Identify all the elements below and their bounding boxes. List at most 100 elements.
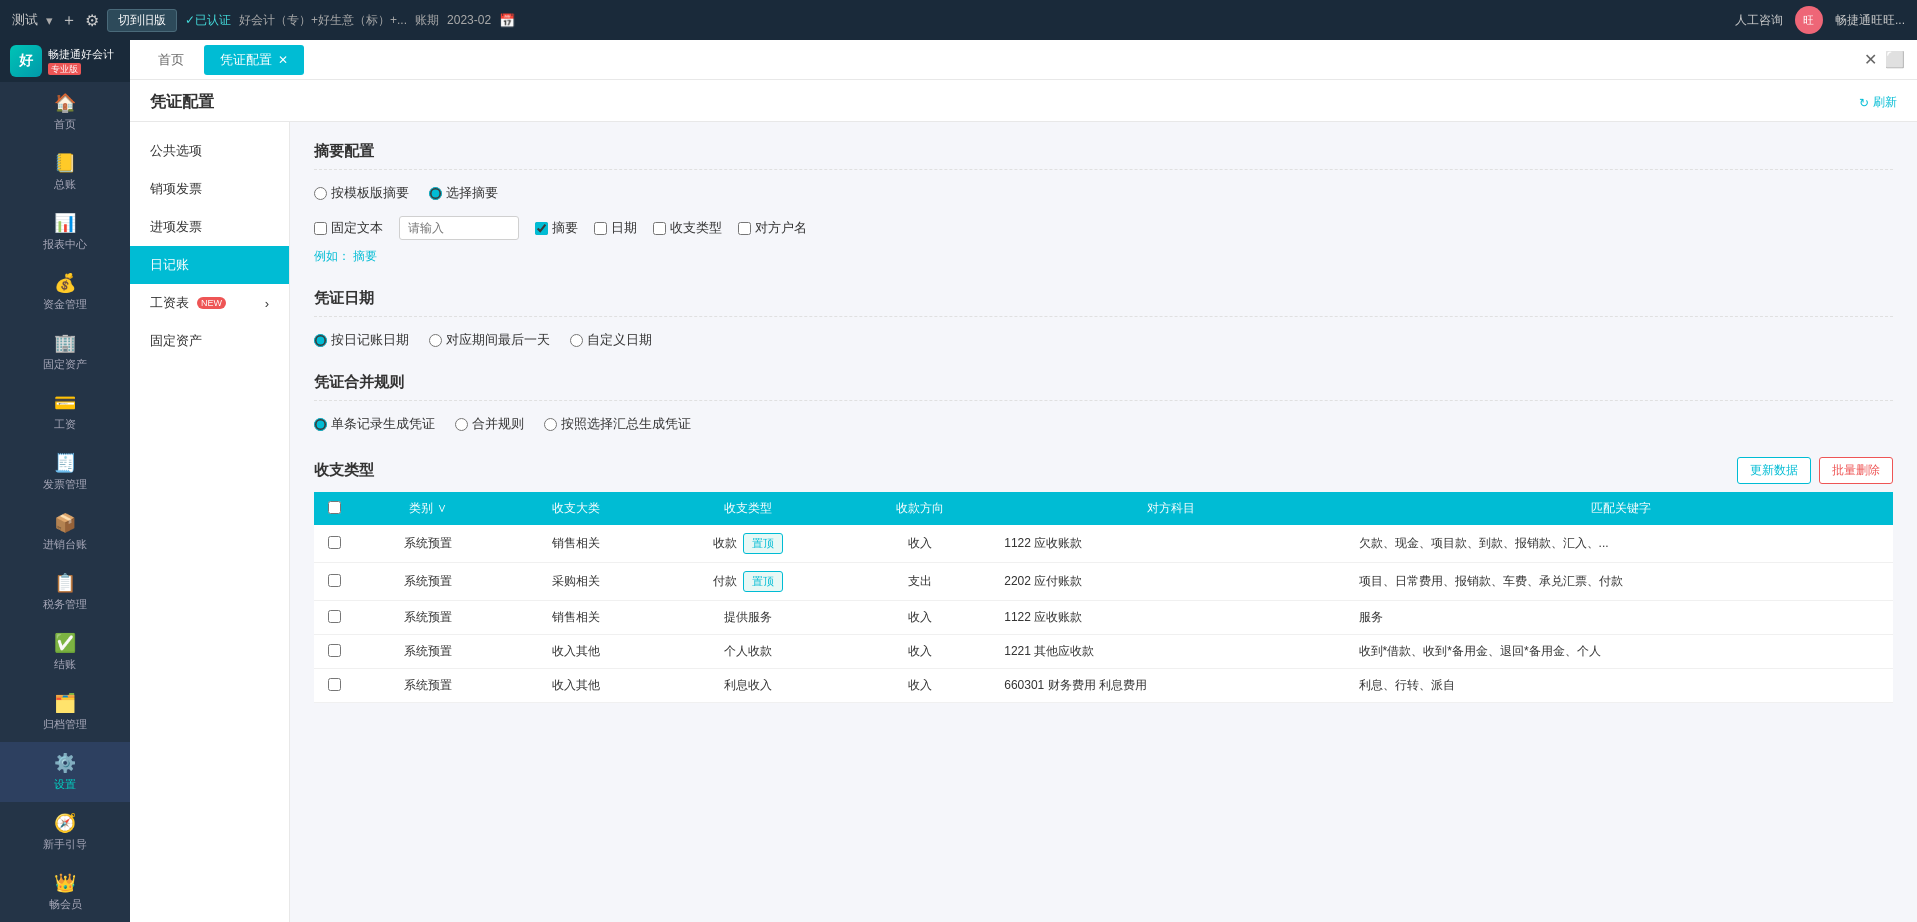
reset-tag-0[interactable]: 置顶 [743, 533, 783, 554]
calendar-icon[interactable]: 📅 [499, 13, 515, 28]
sidebar-item-settle[interactable]: ✅ 结账 [0, 622, 130, 682]
update-data-btn[interactable]: 更新数据 [1737, 457, 1811, 484]
sidebar-item-home[interactable]: 🏠 首页 [0, 82, 130, 142]
row-major-type-1: 采购相关 [502, 563, 650, 601]
th-checkbox [314, 492, 354, 525]
merge-radio-rules[interactable]: 合并规则 [455, 415, 524, 433]
row-keywords-0: 欠款、现金、项目款、到款、报销款、汇入、... [1349, 525, 1893, 563]
sidebar-item-report[interactable]: 📊 报表中心 [0, 202, 130, 262]
th-major-type: 收支大类 [502, 492, 650, 525]
date-radio-journal[interactable]: 按日记账日期 [314, 331, 409, 349]
row-checkbox-2[interactable] [314, 601, 354, 635]
nav-item-fixed-asset[interactable]: 固定资产 [130, 322, 289, 360]
income-expense-table: 类别 ∨ 收支大类 收支类型 收款方向 对方科目 匹配关键字 系统预置 销售相关… [314, 492, 1893, 703]
tab-voucher-config[interactable]: 凭证配置 ✕ [204, 45, 304, 75]
date-checkbox[interactable]: 日期 [594, 219, 637, 237]
top-arrow[interactable]: ▾ [46, 13, 53, 28]
wage-arrow-icon: › [265, 296, 269, 311]
nav-item-sales[interactable]: 销项发票 [130, 170, 289, 208]
top-bar-right: 人工咨询 旺 畅捷通旺旺... [1735, 6, 1905, 34]
row-account-1: 2202 应付账款 [994, 563, 1348, 601]
sidebar-item-fund[interactable]: 💰 资金管理 [0, 262, 130, 322]
tab-home[interactable]: 首页 [142, 45, 200, 75]
summary-checkbox[interactable]: 摘要 [535, 219, 578, 237]
date-radio-period-last[interactable]: 对应期间最后一天 [429, 331, 550, 349]
home-icon: 🏠 [54, 92, 76, 114]
sidebar-item-ledger[interactable]: 📒 总账 [0, 142, 130, 202]
summary-radio-select[interactable]: 选择摘要 [429, 184, 498, 202]
ledger-icon: 📒 [54, 152, 76, 174]
summary-radio-template[interactable]: 按模板版摘要 [314, 184, 409, 202]
sidebar-item-invoice[interactable]: 🧾 发票管理 [0, 442, 130, 502]
row-major-type-0: 销售相关 [502, 525, 650, 563]
app-logo-text: 畅捷通好会计 专业版 [48, 47, 114, 76]
sidebar-item-asset[interactable]: 🏢 固定资产 [0, 322, 130, 382]
nav-item-public[interactable]: 公共选项 [130, 132, 289, 170]
row-checkbox-0[interactable] [314, 525, 354, 563]
row-category-0: 系统预置 [354, 525, 502, 563]
add-icon[interactable]: ＋ [61, 10, 77, 31]
settings-icon[interactable]: ⚙ [85, 11, 99, 30]
row-checkbox-3[interactable] [314, 635, 354, 669]
maximize-icon[interactable]: ⬜ [1885, 50, 1905, 69]
user-avatar[interactable]: 旺 [1795, 6, 1823, 34]
sidebar-item-guide[interactable]: 🧭 新手引导 [0, 802, 130, 862]
date-radio-custom[interactable]: 自定义日期 [570, 331, 652, 349]
row-keywords-3: 收到*借款、收到*备用金、退回*备用金、个人 [1349, 635, 1893, 669]
th-category[interactable]: 类别 ∨ [354, 492, 502, 525]
nav-item-wage[interactable]: 工资表 NEW › [130, 284, 289, 322]
sidebar-item-tax[interactable]: 📋 税务管理 [0, 562, 130, 622]
row-direction-0: 收入 [846, 525, 994, 563]
fixed-text-input[interactable] [399, 216, 519, 240]
main-content: 摘要配置 按模板版摘要 选择摘要 [290, 122, 1917, 922]
switch-old-btn[interactable]: 切到旧版 [107, 9, 177, 32]
table-row: 系统预置 采购相关 付款 置顶 支出 2202 应付账款 项目、日常费用、报销款… [314, 563, 1893, 601]
summary-section-title: 摘要配置 [314, 142, 1893, 170]
top-bar: 测试 ▾ ＋ ⚙ 切到旧版 ✓已认证 好会计（专）+好生意（标）+... 账期 … [0, 0, 1917, 40]
row-category-2: 系统预置 [354, 601, 502, 635]
reset-tag-1[interactable]: 置顶 [743, 571, 783, 592]
row-sub-type-0: 收款 置顶 [650, 525, 846, 563]
select-all-checkbox[interactable] [328, 501, 341, 514]
row-keywords-2: 服务 [1349, 601, 1893, 635]
user-name: 畅捷通旺旺... [1835, 12, 1905, 29]
nav-item-journal[interactable]: 日记账 [130, 246, 289, 284]
purchase-icon: 📦 [54, 512, 76, 534]
row-direction-3: 收入 [846, 635, 994, 669]
report-icon: 📊 [54, 212, 76, 234]
counterparty-checkbox[interactable]: 对方户名 [738, 219, 807, 237]
sidebar: 好 畅捷通好会计 专业版 🏠 首页 📒 总账 📊 报表中心 💰 资金管理 🏢 固… [0, 40, 130, 922]
nav-item-purchase-inv[interactable]: 进项发票 [130, 208, 289, 246]
merge-radio-summary[interactable]: 按照选择汇总生成凭证 [544, 415, 691, 433]
summary-radio-group: 按模板版摘要 选择摘要 [314, 184, 1893, 202]
merge-radio-single[interactable]: 单条记录生成凭证 [314, 415, 435, 433]
row-checkbox-1[interactable] [314, 563, 354, 601]
consult-link[interactable]: 人工咨询 [1735, 12, 1783, 29]
sidebar-item-purchase[interactable]: 📦 进销台账 [0, 502, 130, 562]
tab-close-btn[interactable]: ✕ [278, 53, 288, 67]
sidebar-item-member[interactable]: 👑 畅会员 [0, 862, 130, 922]
left-nav: 公共选项 销项发票 进项发票 日记账 工资表 NEW › [130, 122, 290, 922]
type-checkbox[interactable]: 收支类型 [653, 219, 722, 237]
row-account-2: 1122 应收账款 [994, 601, 1348, 635]
voucher-date-radio-group: 按日记账日期 对应期间最后一天 自定义日期 [314, 331, 1893, 349]
row-category-3: 系统预置 [354, 635, 502, 669]
th-account: 对方科目 [994, 492, 1348, 525]
close-window-icon[interactable]: ✕ [1864, 50, 1877, 69]
fixed-text-checkbox[interactable]: 固定文本 [314, 219, 383, 237]
sidebar-item-salary[interactable]: 💳 工资 [0, 382, 130, 442]
row-direction-2: 收入 [846, 601, 994, 635]
th-sub-type: 收支类型 [650, 492, 846, 525]
row-account-0: 1122 应收账款 [994, 525, 1348, 563]
table-row: 系统预置 收入其他 利息收入 收入 660301 财务费用 利息费用 利息、行转… [314, 669, 1893, 703]
fund-icon: 💰 [54, 272, 76, 294]
row-major-type-4: 收入其他 [502, 669, 650, 703]
sidebar-item-archive[interactable]: 🗂️ 归档管理 [0, 682, 130, 742]
refresh-btn[interactable]: ↻ 刷新 [1859, 94, 1897, 111]
th-direction: 收款方向 [846, 492, 994, 525]
invoice-icon: 🧾 [54, 452, 76, 474]
sidebar-item-settings[interactable]: ⚙️ 设置 [0, 742, 130, 802]
summary-checkbox-row: 固定文本 摘要 日期 收支类型 [314, 216, 1893, 240]
row-checkbox-4[interactable] [314, 669, 354, 703]
batch-delete-btn[interactable]: 批量删除 [1819, 457, 1893, 484]
